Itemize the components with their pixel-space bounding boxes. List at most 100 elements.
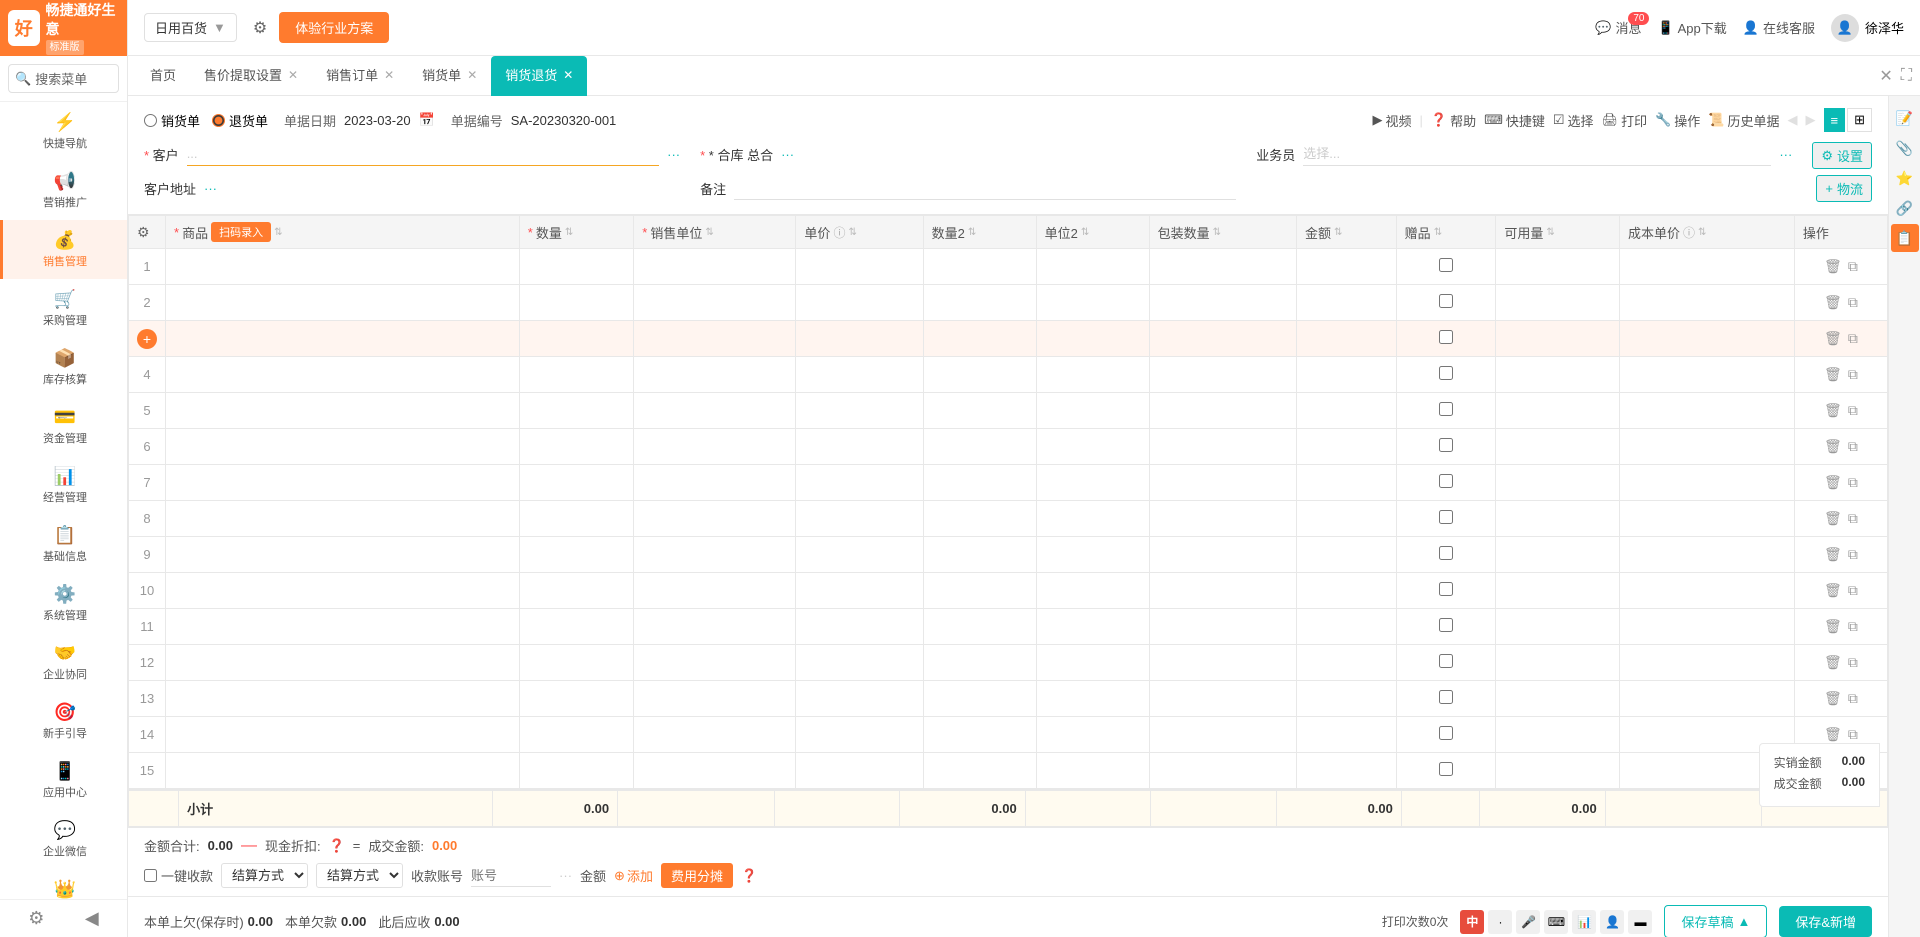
sidebar-item-inventory[interactable]: 📦 库存核算: [0, 338, 127, 397]
cash-discount-help-icon[interactable]: ❓: [329, 838, 345, 854]
product-cell[interactable]: [166, 501, 520, 537]
delete-row-icon[interactable]: 🗑: [1824, 726, 1842, 743]
right-sidebar-notes-icon[interactable]: 📝: [1891, 104, 1919, 132]
delete-row-icon[interactable]: 🗑: [1824, 438, 1842, 455]
pack-quantity-cell[interactable]: [1149, 249, 1296, 285]
available-cell[interactable]: [1496, 573, 1620, 609]
product-cell[interactable]: [166, 285, 520, 321]
unit-price-cell[interactable]: [796, 321, 923, 357]
quantity-cell[interactable]: [519, 501, 634, 537]
quantity-cell[interactable]: [519, 393, 634, 429]
copy-row-icon[interactable]: ⧉: [1848, 510, 1858, 527]
calc-method-select[interactable]: 结算方式: [316, 863, 403, 888]
sales-unit-cell[interactable]: [634, 717, 796, 753]
available-cell[interactable]: [1496, 681, 1620, 717]
cost-unit-price-cell[interactable]: [1619, 645, 1794, 681]
sort-icon[interactable]: ⇅: [848, 227, 856, 238]
unit-price-cell[interactable]: [796, 717, 923, 753]
available-cell[interactable]: [1496, 357, 1620, 393]
search-menu-button[interactable]: 🔍 搜索菜单: [8, 64, 119, 93]
right-sidebar-active-icon[interactable]: 📋: [1891, 224, 1919, 252]
message-button[interactable]: 💬 消息 70: [1595, 18, 1641, 37]
cost-unit-price-cell[interactable]: [1619, 681, 1794, 717]
unit-price-cell[interactable]: [796, 429, 923, 465]
unit-price-cell[interactable]: [796, 465, 923, 501]
sort-icon[interactable]: ⇅: [1334, 227, 1342, 238]
delete-row-icon[interactable]: 🗑: [1824, 654, 1842, 671]
unit-price-cell[interactable]: [796, 645, 923, 681]
copy-row-icon[interactable]: ⧉: [1848, 582, 1858, 599]
cost-unit-price-cell[interactable]: [1619, 285, 1794, 321]
quantity2-cell[interactable]: [923, 681, 1036, 717]
gift-checkbox[interactable]: [1439, 690, 1453, 704]
sort-icon[interactable]: ⇅: [274, 227, 282, 238]
delete-row-icon[interactable]: 🗑: [1824, 618, 1842, 635]
tab-close-icon[interactable]: ✕: [384, 68, 394, 82]
amount-cell[interactable]: [1296, 393, 1396, 429]
right-sidebar-link-icon[interactable]: 🔗: [1891, 194, 1919, 222]
quantity-cell[interactable]: [519, 681, 634, 717]
quantity-cell[interactable]: [519, 285, 634, 321]
available-cell[interactable]: [1496, 465, 1620, 501]
sidebar-item-finance[interactable]: 💳 资金管理: [0, 397, 127, 456]
quantity2-cell[interactable]: [923, 537, 1036, 573]
unit-price-cell[interactable]: [796, 501, 923, 537]
sort-icon[interactable]: ⇅: [1434, 227, 1442, 238]
tab-price-extract[interactable]: 售价提取设置 ✕: [190, 56, 312, 96]
tab-close-icon[interactable]: ✕: [467, 68, 477, 82]
copy-row-icon[interactable]: ⧉: [1848, 402, 1858, 419]
delete-row-icon[interactable]: 🗑: [1824, 546, 1842, 563]
sidebar-settings-button[interactable]: ⚙: [28, 908, 44, 929]
sales-unit-cell[interactable]: [634, 357, 796, 393]
view-form-button[interactable]: ≡: [1824, 108, 1846, 132]
delete-row-icon[interactable]: 🗑: [1824, 510, 1842, 527]
sales-unit-cell[interactable]: [634, 429, 796, 465]
product-cell[interactable]: [166, 573, 520, 609]
amount-cell[interactable]: [1296, 501, 1396, 537]
unit2-cell[interactable]: [1036, 393, 1149, 429]
remark-input[interactable]: [734, 176, 1236, 200]
add-payment-button[interactable]: ⊕ 添加: [614, 866, 653, 885]
pack-quantity-cell[interactable]: [1149, 357, 1296, 393]
amount-cell[interactable]: [1296, 249, 1396, 285]
copy-row-icon[interactable]: ⧉: [1848, 330, 1858, 347]
copy-row-icon[interactable]: ⧉: [1848, 474, 1858, 491]
history-button[interactable]: 📜 历史单据: [1708, 111, 1779, 130]
unit2-cell[interactable]: [1036, 645, 1149, 681]
gift-checkbox[interactable]: [1439, 366, 1453, 380]
delete-row-icon[interactable]: 🗑: [1824, 690, 1842, 707]
gift-checkbox[interactable]: [1439, 438, 1453, 452]
tab-close-icon[interactable]: ✕: [563, 68, 573, 82]
sort-icon[interactable]: ⇅: [968, 227, 976, 238]
gift-cell[interactable]: [1396, 285, 1496, 321]
tab-close-icon[interactable]: ✕: [288, 68, 298, 82]
product-cell[interactable]: [166, 645, 520, 681]
tool-person-icon[interactable]: 👤: [1600, 910, 1624, 934]
table-settings-icon[interactable]: ⚙: [137, 224, 150, 240]
product-cell[interactable]: [166, 249, 520, 285]
unit-price-cell[interactable]: [796, 249, 923, 285]
quantity2-cell[interactable]: [923, 429, 1036, 465]
sidebar-item-sales[interactable]: 💰 销售管理: [0, 220, 127, 279]
user-menu-button[interactable]: 👤 徐泽华: [1831, 14, 1904, 42]
radio-delivery[interactable]: 销货单: [144, 111, 200, 130]
quantity2-cell[interactable]: [923, 717, 1036, 753]
amount-cell[interactable]: [1296, 537, 1396, 573]
unit-price-cell[interactable]: [796, 609, 923, 645]
pack-quantity-cell[interactable]: [1149, 573, 1296, 609]
sales-unit-cell[interactable]: [634, 285, 796, 321]
gift-checkbox[interactable]: [1439, 582, 1453, 596]
unit2-cell[interactable]: [1036, 285, 1149, 321]
gift-checkbox[interactable]: [1439, 510, 1453, 524]
sort-icon[interactable]: ⇅: [1081, 227, 1089, 238]
product-cell[interactable]: [166, 429, 520, 465]
daily-category-selector[interactable]: 日用百货 ▼: [144, 13, 237, 42]
quantity-cell[interactable]: [519, 357, 634, 393]
sort-icon[interactable]: ⇅: [1213, 227, 1221, 238]
amount-cell[interactable]: [1296, 321, 1396, 357]
quantity-cell[interactable]: [519, 753, 634, 789]
customer-picker-icon[interactable]: ···: [667, 147, 680, 162]
product-cell[interactable]: [166, 681, 520, 717]
quantity2-cell[interactable]: [923, 249, 1036, 285]
salesman-picker-icon[interactable]: ···: [1779, 147, 1792, 162]
